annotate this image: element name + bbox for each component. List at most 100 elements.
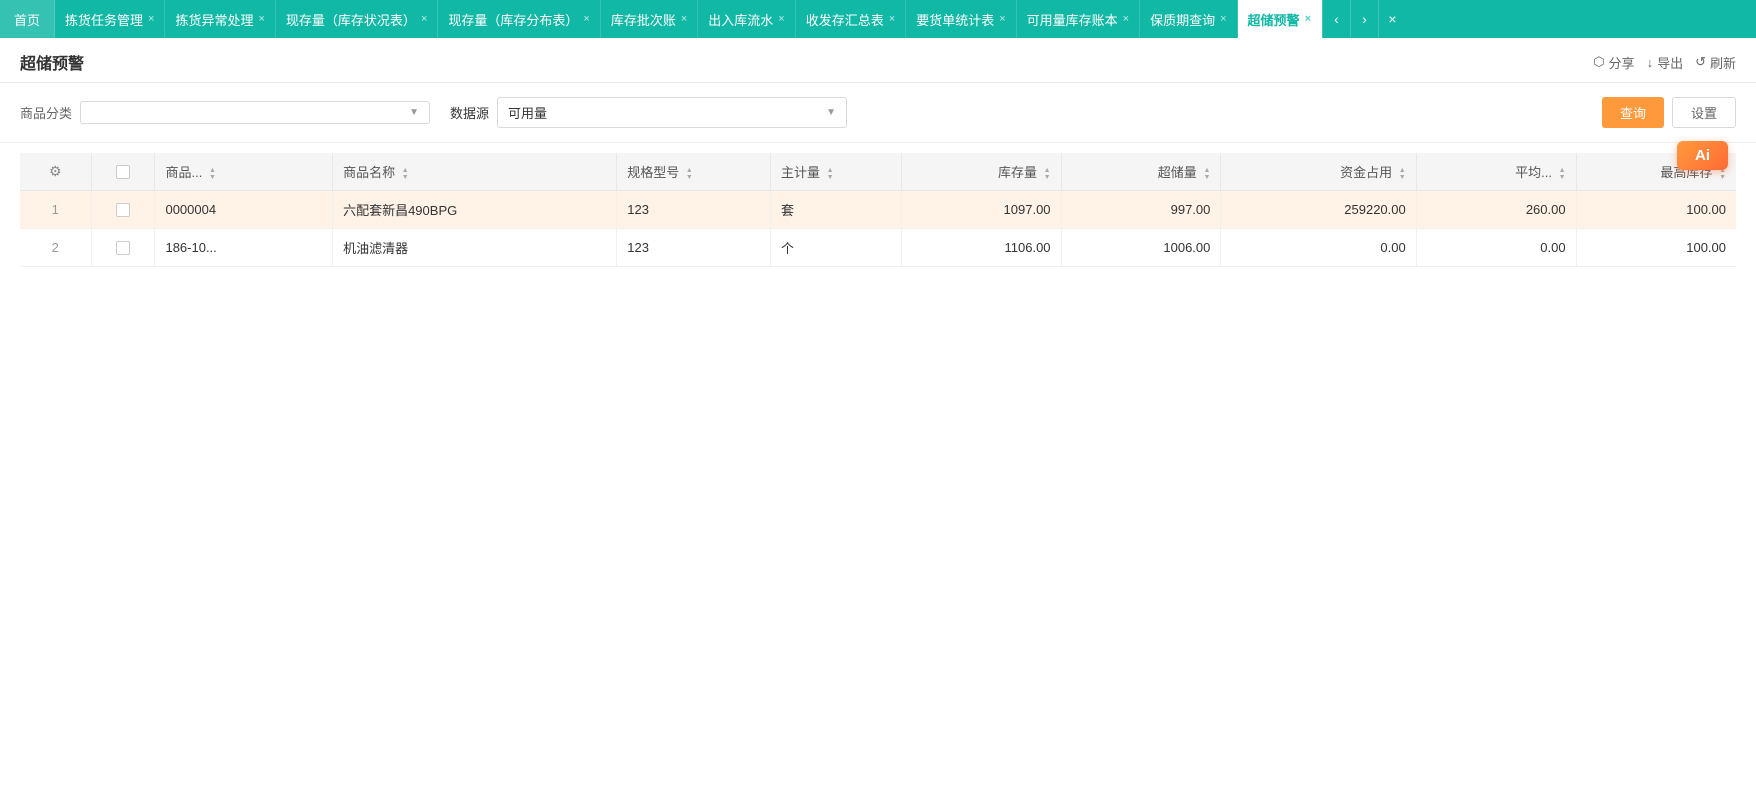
th-over[interactable]: 超储量 ▲▼ <box>1061 153 1221 191</box>
th-unit[interactable]: 主计量 ▲▼ <box>771 153 902 191</box>
datasource-select[interactable]: 可用量 ▼ <box>497 97 847 128</box>
row-max: 100.00 <box>1576 229 1736 267</box>
nav-close-active-icon[interactable]: × <box>1305 13 1311 25</box>
row-checkbox-cell[interactable] <box>91 191 155 229</box>
nav-item-label: 可用量库存账本 <box>1027 10 1118 29</box>
nav-item-label: 保质期查询 <box>1150 10 1215 29</box>
row-checkbox[interactable] <box>116 203 130 217</box>
nav-stock-dist[interactable]: 现存量（库存分布表） × <box>438 0 600 38</box>
row-checkbox-cell[interactable] <box>91 229 155 267</box>
page-header: 超储预警 ⬡ 分享 ↓ 导出 ↺ 刷新 <box>0 38 1756 83</box>
settings-button[interactable]: 设置 <box>1672 97 1736 128</box>
table-container: ⚙ 商品... ▲▼ 商品名称 ▲▼ 规格型号 ▲▼ 主计 <box>0 153 1756 267</box>
sort-icon: ▲▼ <box>209 167 216 181</box>
row-stock: 1097.00 <box>901 191 1061 229</box>
th-avg-label: 平均... <box>1515 165 1552 180</box>
nav-prev-arrow[interactable]: ‹ <box>1322 0 1350 38</box>
nav-close-icon[interactable]: × <box>583 13 589 25</box>
nav-close-icon[interactable]: × <box>1220 13 1226 25</box>
nav-close-icon[interactable]: × <box>148 13 154 25</box>
nav-exception[interactable]: 拣货异常处理 × <box>165 0 275 38</box>
top-nav: 首页 拣货任务管理 × 拣货异常处理 × 现存量（库存状况表） × 现存量（库存… <box>0 0 1756 38</box>
refresh-button[interactable]: ↺ 刷新 <box>1695 53 1736 72</box>
table-header-row: ⚙ 商品... ▲▼ 商品名称 ▲▼ 规格型号 ▲▼ 主计 <box>20 153 1736 191</box>
nav-next-arrow[interactable]: › <box>1350 0 1378 38</box>
filter-actions: 查询 设置 <box>1602 97 1736 128</box>
th-code-label: 商品... <box>165 165 202 180</box>
nav-expiry[interactable]: 保质期查询 × <box>1140 0 1237 38</box>
th-over-label: 超储量 <box>1158 165 1197 180</box>
th-gear[interactable]: ⚙ <box>20 153 91 191</box>
nav-home-label: 首页 <box>14 10 40 29</box>
ai-button[interactable]: Ai <box>1677 141 1728 170</box>
overstock-table: ⚙ 商品... ▲▼ 商品名称 ▲▼ 规格型号 ▲▼ 主计 <box>20 153 1736 267</box>
nav-close-icon[interactable]: × <box>421 13 427 25</box>
category-chevron-icon: ▼ <box>409 107 419 118</box>
nav-batch-account[interactable]: 库存批次账 × <box>601 0 698 38</box>
select-all-checkbox[interactable] <box>116 165 130 179</box>
nav-close-icon[interactable]: × <box>681 13 687 25</box>
sort-icon: ▲▼ <box>686 167 693 181</box>
row-name: 机油滤清器 <box>333 229 617 267</box>
refresh-icon: ↺ <box>1695 54 1706 70</box>
nav-more-arrow[interactable]: × <box>1378 0 1406 38</box>
row-unit: 个 <box>771 229 902 267</box>
datasource-filter-label: 数据源 <box>450 103 489 122</box>
nav-close-icon[interactable]: × <box>1123 13 1129 25</box>
nav-item-label: 拣货任务管理 <box>65 10 143 29</box>
nav-overstock[interactable]: 超储预警 × <box>1238 0 1322 38</box>
nav-close-icon[interactable]: × <box>889 13 895 25</box>
row-code: 0000004 <box>155 191 333 229</box>
category-filter-group: 商品分类 ▼ <box>20 101 430 124</box>
nav-stock-status[interactable]: 现存量（库存状况表） × <box>276 0 438 38</box>
sort-icon: ▲▼ <box>1559 167 1566 181</box>
nav-close-icon[interactable]: × <box>778 13 784 25</box>
nav-item-label: 收发存汇总表 <box>806 10 884 29</box>
nav-available-ledger[interactable]: 可用量库存账本 × <box>1017 0 1140 38</box>
th-spec[interactable]: 规格型号 ▲▼ <box>617 153 771 191</box>
table-body: 1 0000004 六配套新昌490BPG 123 套 1097.00 997.… <box>20 191 1736 267</box>
category-select[interactable]: ▼ <box>80 101 430 124</box>
row-unit: 套 <box>771 191 902 229</box>
query-button[interactable]: 查询 <box>1602 97 1664 128</box>
header-actions: ⬡ 分享 ↓ 导出 ↺ 刷新 <box>1593 53 1736 72</box>
row-num: 1 <box>20 191 91 229</box>
th-capital[interactable]: 资金占用 ▲▼ <box>1221 153 1416 191</box>
nav-flow[interactable]: 出入库流水 × <box>698 0 795 38</box>
share-icon: ⬡ <box>1593 54 1604 70</box>
nav-item-label: 现存量（库存分布表） <box>448 10 578 29</box>
row-max: 100.00 <box>1576 191 1736 229</box>
nav-item-label: 出入库流水 <box>708 10 773 29</box>
nav-close-icon[interactable]: × <box>258 13 264 25</box>
export-icon: ↓ <box>1647 55 1654 70</box>
th-stock[interactable]: 库存量 ▲▼ <box>901 153 1061 191</box>
row-avg: 0.00 <box>1416 229 1576 267</box>
table-row[interactable]: 2 186-10... 机油滤清器 123 个 1106.00 1006.00 … <box>20 229 1736 267</box>
row-checkbox[interactable] <box>116 241 130 255</box>
refresh-label: 刷新 <box>1710 53 1736 72</box>
nav-close-icon[interactable]: × <box>999 13 1005 25</box>
nav-order-stats[interactable]: 要货单统计表 × <box>906 0 1016 38</box>
th-code[interactable]: 商品... ▲▼ <box>155 153 333 191</box>
nav-summary[interactable]: 收发存汇总表 × <box>796 0 906 38</box>
row-over: 1006.00 <box>1061 229 1221 267</box>
gear-icon[interactable]: ⚙ <box>49 163 62 179</box>
row-code: 186-10... <box>155 229 333 267</box>
sort-icon: ▲▼ <box>1399 167 1406 181</box>
sort-icon: ▲▼ <box>1044 167 1051 181</box>
share-button[interactable]: ⬡ 分享 <box>1593 53 1634 72</box>
sort-icon: ▲▼ <box>1203 167 1210 181</box>
nav-item-label: 库存批次账 <box>611 10 676 29</box>
category-filter-label: 商品分类 <box>20 103 72 122</box>
nav-task-mgmt[interactable]: 拣货任务管理 × <box>55 0 165 38</box>
row-spec: 123 <box>617 191 771 229</box>
row-capital: 259220.00 <box>1221 191 1416 229</box>
th-unit-label: 主计量 <box>781 165 820 180</box>
table-row[interactable]: 1 0000004 六配套新昌490BPG 123 套 1097.00 997.… <box>20 191 1736 229</box>
sort-icon: ▲▼ <box>827 167 834 181</box>
th-name-label: 商品名称 <box>343 165 395 180</box>
th-name[interactable]: 商品名称 ▲▼ <box>333 153 617 191</box>
nav-home[interactable]: 首页 <box>0 0 55 38</box>
th-avg[interactable]: 平均... ▲▼ <box>1416 153 1576 191</box>
export-button[interactable]: ↓ 导出 <box>1647 53 1684 72</box>
